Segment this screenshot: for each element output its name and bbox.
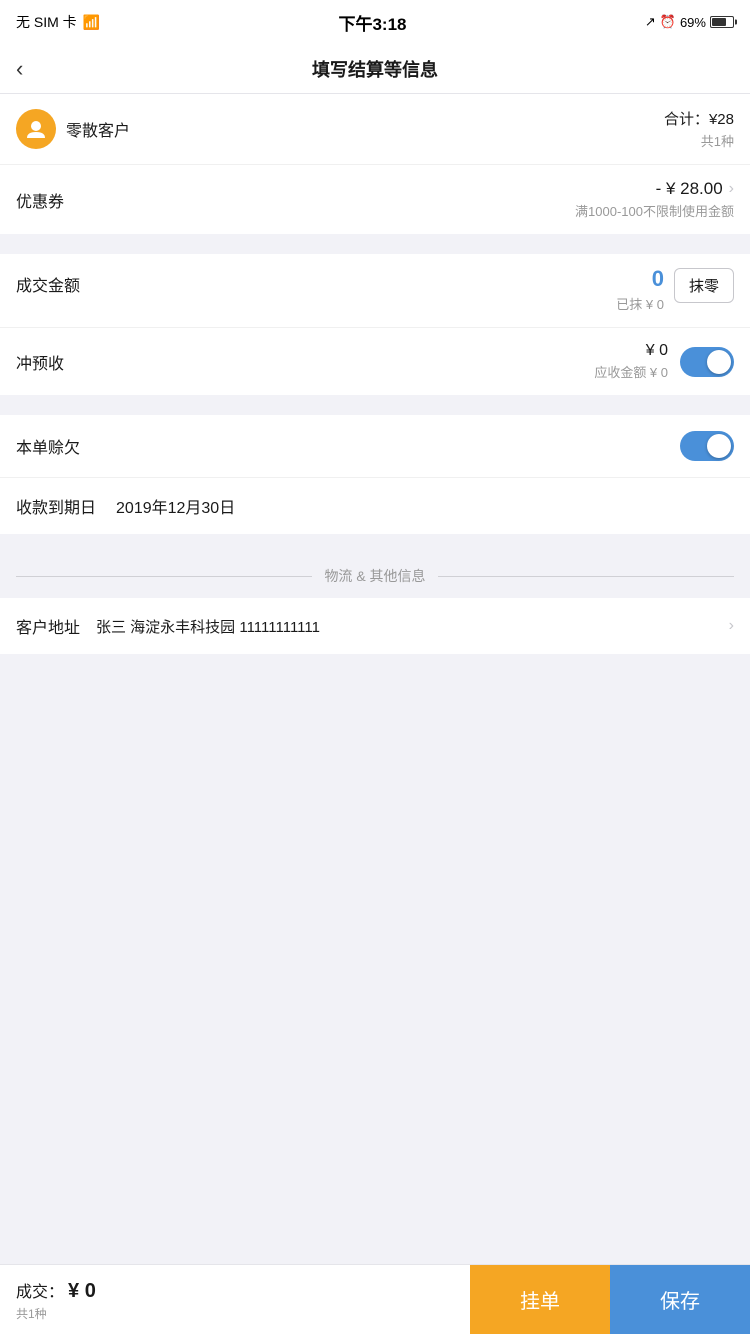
amount-right: 0 已抹 ¥ 0 抹零 <box>616 268 734 313</box>
precollect-label: 冲预收 <box>16 350 64 374</box>
status-bar: 无 SIM 卡 📶 下午3:18 ↗ ⏰ 69% <box>0 0 750 44</box>
alarm-icon: ⏰ <box>660 14 676 30</box>
section-divider-2 <box>0 405 750 415</box>
duedate-value: 2019年12月30日 <box>116 494 235 518</box>
page-title: 填写结算等信息 <box>312 56 438 82</box>
carrier-text: 无 SIM 卡 <box>16 12 77 32</box>
coupon-chevron-icon: › <box>729 180 734 198</box>
address-value: 张三 海淀永丰科技园 11111111111 <box>96 616 729 637</box>
precollect-value: ¥ 0 <box>594 342 668 360</box>
bottom-bar: 成交： ¥ 0 共1种 挂单 保存 <box>0 1264 750 1334</box>
address-chevron-icon: › <box>729 617 734 635</box>
transaction-section: 成交金额 0 已抹 ¥ 0 抹零 冲预收 ¥ 0 应收金额 ¥ 0 <box>0 254 750 395</box>
empty-space <box>0 664 750 824</box>
back-button[interactable]: ‹ <box>16 56 23 82</box>
bottom-count: 共1种 <box>16 1305 454 1322</box>
battery-icon <box>710 16 734 28</box>
status-left: 无 SIM 卡 📶 <box>16 12 100 32</box>
debt-row: 本单赊欠 <box>0 415 750 477</box>
battery-percent: 69% <box>680 15 706 30</box>
amount-value: 0 <box>616 268 664 290</box>
customer-section: 零散客户 合计：¥28 共1种 优惠券 - ¥ 28.00 › 满1000-10… <box>0 94 750 234</box>
customer-right: 合计：¥28 共1种 <box>664 108 734 150</box>
save-button[interactable]: 保存 <box>610 1265 750 1334</box>
amount-right-wrap: 0 已抹 ¥ 0 <box>616 268 664 313</box>
logistics-title: 物流 & 其他信息 <box>324 566 425 586</box>
customer-avatar <box>16 109 56 149</box>
customer-name: 零散客户 <box>66 117 130 141</box>
nav-bar: ‹ 填写结算等信息 <box>0 44 750 94</box>
precollect-toggle[interactable] <box>680 347 734 377</box>
debt-toggle[interactable] <box>680 431 734 461</box>
bottom-transaction-label: 成交： <box>16 1278 64 1302</box>
logistics-header: 物流 & 其他信息 <box>0 554 750 598</box>
coupon-row[interactable]: 优惠券 - ¥ 28.00 › 满1000-100不限制使用金额 <box>0 164 750 234</box>
bottom-actions: 挂单 保存 <box>470 1265 750 1334</box>
bottom-info: 成交： ¥ 0 共1种 <box>0 1278 470 1322</box>
amount-sub: 已抹 ¥ 0 <box>616 294 664 313</box>
round-button[interactable]: 抹零 <box>674 268 734 303</box>
toggle-knob <box>707 350 731 374</box>
wifi-icon: 📶 <box>83 14 100 31</box>
address-label: 客户地址 <box>16 614 86 638</box>
customer-total: 合计：¥28 <box>664 108 734 129</box>
debt-section: 本单赊欠 收款到期日 2019年12月30日 <box>0 415 750 534</box>
amount-row: 成交金额 0 已抹 ¥ 0 抹零 <box>0 254 750 328</box>
location-icon: ↗ <box>645 14 656 30</box>
status-right: ↗ ⏰ 69% <box>645 14 734 30</box>
coupon-amount: - ¥ 28.00 <box>656 179 723 199</box>
coupon-label: 优惠券 <box>16 188 64 212</box>
amount-label: 成交金额 <box>16 268 80 296</box>
section-divider-3 <box>0 544 750 554</box>
precollect-amounts: ¥ 0 应收金额 ¥ 0 <box>594 342 668 381</box>
duedate-label: 收款到期日 <box>16 494 96 518</box>
bottom-transaction-value: ¥ 0 <box>68 1280 96 1303</box>
status-time: 下午3:18 <box>338 10 406 35</box>
pending-button[interactable]: 挂单 <box>470 1265 610 1334</box>
coupon-right-wrap: - ¥ 28.00 › 满1000-100不限制使用金额 <box>575 179 734 220</box>
logistics-divider-left <box>16 576 312 577</box>
precollect-sub: 应收金额 ¥ 0 <box>594 362 668 381</box>
logistics-divider-right <box>438 576 734 577</box>
customer-count: 共1种 <box>664 131 734 150</box>
section-divider-1 <box>0 244 750 254</box>
customer-row: 零散客户 合计：¥28 共1种 <box>0 94 750 164</box>
address-section: 客户地址 张三 海淀永丰科技园 11111111111 › <box>0 598 750 654</box>
precollect-row: 冲预收 ¥ 0 应收金额 ¥ 0 <box>0 328 750 395</box>
precollect-right: ¥ 0 应收金额 ¥ 0 <box>594 342 734 381</box>
customer-left: 零散客户 <box>16 109 130 149</box>
debt-label: 本单赊欠 <box>16 434 80 458</box>
duedate-row: 收款到期日 2019年12月30日 <box>0 477 750 534</box>
coupon-description: 满1000-100不限制使用金额 <box>575 201 734 220</box>
address-row[interactable]: 客户地址 张三 海淀永丰科技园 11111111111 › <box>0 598 750 654</box>
debt-toggle-knob <box>707 434 731 458</box>
